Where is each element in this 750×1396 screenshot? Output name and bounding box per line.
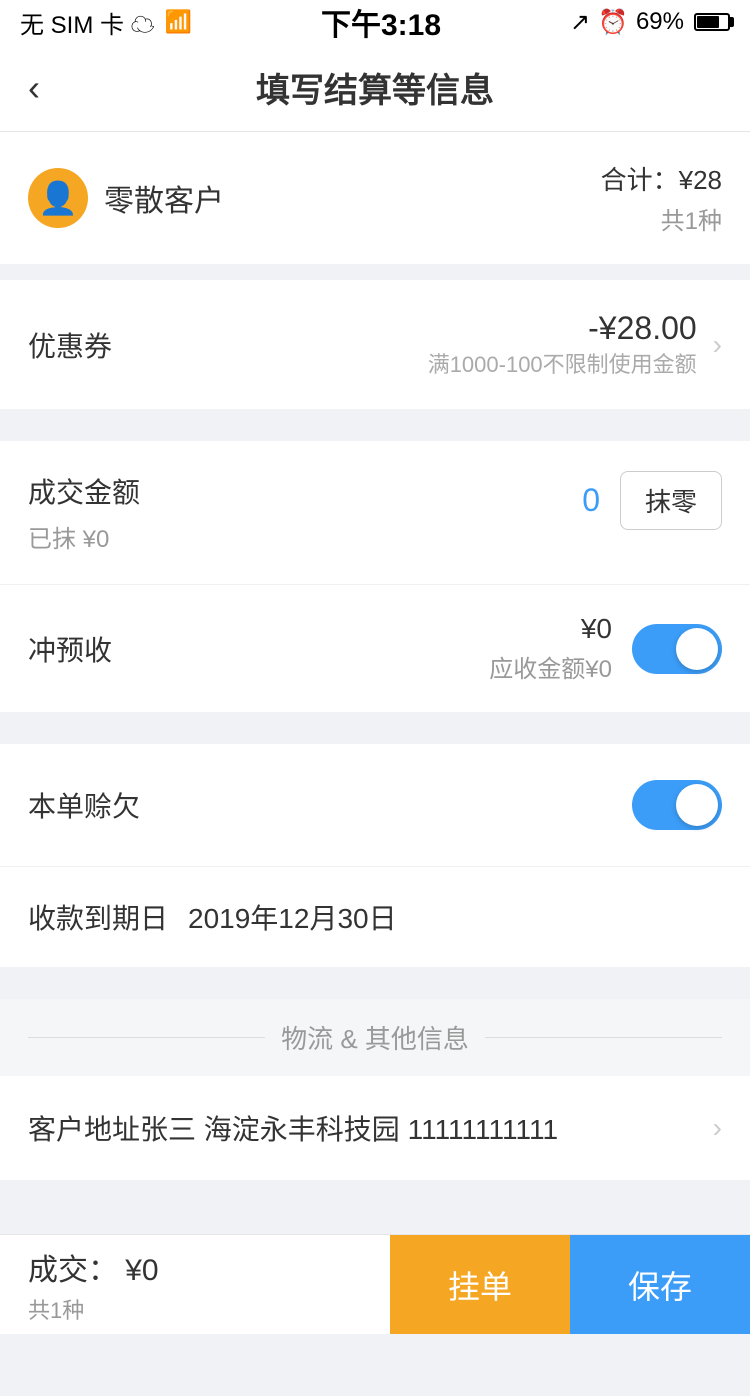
duedate-label: 收款到期日	[28, 897, 168, 937]
advance-right: ¥0 应收金额¥0	[489, 613, 722, 684]
customer-info: 👤 零散客户	[28, 168, 224, 228]
back-button[interactable]: ‹	[28, 67, 40, 109]
deferred-label: 本单赊欠	[28, 785, 148, 825]
customer-row: 👤 零散客户 合计：¥28 共1种	[0, 132, 750, 264]
alarm-icon: ⏰	[598, 8, 628, 37]
transaction-label: 成交金额	[28, 471, 148, 511]
duedate-row: 收款到期日 2019年12月30日	[0, 866, 750, 967]
divider-3	[0, 983, 750, 999]
logistics-title: 物流 & 其他信息	[281, 1019, 469, 1056]
transaction-label-group: 成交金额 已抹 ¥0	[28, 471, 148, 554]
deal-amount: ¥0	[125, 1254, 158, 1287]
location-icon: ↗	[570, 8, 590, 37]
advance-label: 冲预收	[28, 629, 112, 669]
address-chevron-icon: ›	[713, 1112, 722, 1144]
transaction-right: 0 抹零	[560, 471, 722, 530]
address-row[interactable]: 客户地址 张三 海淀永丰科技园 11111111111 ›	[0, 1076, 750, 1180]
total-label: 合计：¥28	[601, 160, 722, 197]
divider-line-right	[485, 1037, 722, 1038]
logistics-header: 物流 & 其他信息	[0, 999, 750, 1076]
customer-total: 合计：¥28 共1种	[601, 160, 722, 236]
status-left: 无 SIM 卡 ☁ 📶	[20, 5, 192, 40]
transaction-section: 成交金额 已抹 ¥0 0 抹零 冲预收 ¥0 应收金额¥0	[0, 441, 750, 712]
advance-sub-value: 应收金额¥0	[489, 649, 612, 684]
page-title: 填写结算等信息	[256, 63, 494, 112]
deferred-section: 本单赊欠 收款到期日 2019年12月30日	[0, 744, 750, 967]
toggle-knob	[676, 628, 718, 670]
save-button[interactable]: 保存	[570, 1235, 750, 1334]
transaction-row: 成交金额 已抹 ¥0 0 抹零	[0, 441, 750, 584]
avatar-icon: 👤	[38, 179, 78, 217]
duedate-value: 2019年12月30日	[188, 897, 397, 937]
advance-main-value: ¥0	[489, 613, 612, 645]
battery-icon	[694, 13, 730, 31]
battery-label: 69%	[636, 8, 684, 36]
deducted-text: 已抹 ¥0	[28, 519, 148, 554]
deferred-row: 本单赊欠	[0, 744, 750, 866]
time-label: 下午3:18	[321, 0, 441, 44]
advance-amounts: ¥0 应收金额¥0	[489, 613, 612, 684]
bottom-count: 共1种	[28, 1293, 362, 1325]
hold-button[interactable]: 挂单	[390, 1235, 570, 1334]
logistics-divider: 物流 & 其他信息	[28, 1019, 722, 1056]
advance-toggle[interactable]	[632, 624, 722, 674]
coupon-amount: -¥28.00	[428, 310, 697, 347]
sim-label: 无 SIM 卡 ☁	[20, 5, 155, 40]
customer-section: 👤 零散客户 合计：¥28 共1种	[0, 132, 750, 264]
coupon-label: 优惠券	[28, 325, 148, 365]
bottom-info: 成交： ¥0 共1种	[0, 1245, 390, 1325]
coupon-row[interactable]: 优惠券 -¥28.00 满1000-100不限制使用金额 ›	[0, 280, 750, 409]
transaction-amount-input[interactable]: 0	[560, 482, 600, 519]
bottom-bar: 成交： ¥0 共1种 挂单 保存	[0, 1234, 750, 1334]
coupon-section[interactable]: 优惠券 -¥28.00 满1000-100不限制使用金额 ›	[0, 280, 750, 409]
customer-name: 零散客户	[104, 176, 224, 220]
status-right: ↗ ⏰ 69%	[570, 8, 730, 37]
address-value: 张三 海淀永丰科技园 11111111111	[140, 1108, 705, 1148]
coupon-sub: 满1000-100不限制使用金额	[428, 347, 697, 379]
deferred-toggle-knob	[676, 784, 718, 826]
advance-row: 冲预收 ¥0 应收金额¥0	[0, 584, 750, 712]
address-section[interactable]: 客户地址 张三 海淀永丰科技园 11111111111 ›	[0, 1076, 750, 1180]
deferred-toggle[interactable]	[632, 780, 722, 830]
coupon-right: -¥28.00 满1000-100不限制使用金额 ›	[428, 310, 722, 379]
total-count: 共1种	[601, 201, 722, 236]
coupon-chevron-icon: ›	[713, 329, 722, 361]
deal-prefix: 成交：	[28, 1254, 118, 1287]
wifi-icon: 📶	[165, 9, 192, 35]
address-label: 客户地址	[28, 1108, 140, 1148]
nav-bar: ‹ 填写结算等信息	[0, 44, 750, 132]
divider-2	[0, 728, 750, 744]
avatar: 👤	[28, 168, 88, 228]
bottom-deal-label: 成交： ¥0	[28, 1245, 362, 1289]
status-bar: 无 SIM 卡 ☁ 📶 下午3:18 ↗ ⏰ 69%	[0, 0, 750, 44]
divider-1	[0, 425, 750, 441]
round-off-button[interactable]: 抹零	[620, 471, 722, 530]
divider-line-left	[28, 1037, 265, 1038]
